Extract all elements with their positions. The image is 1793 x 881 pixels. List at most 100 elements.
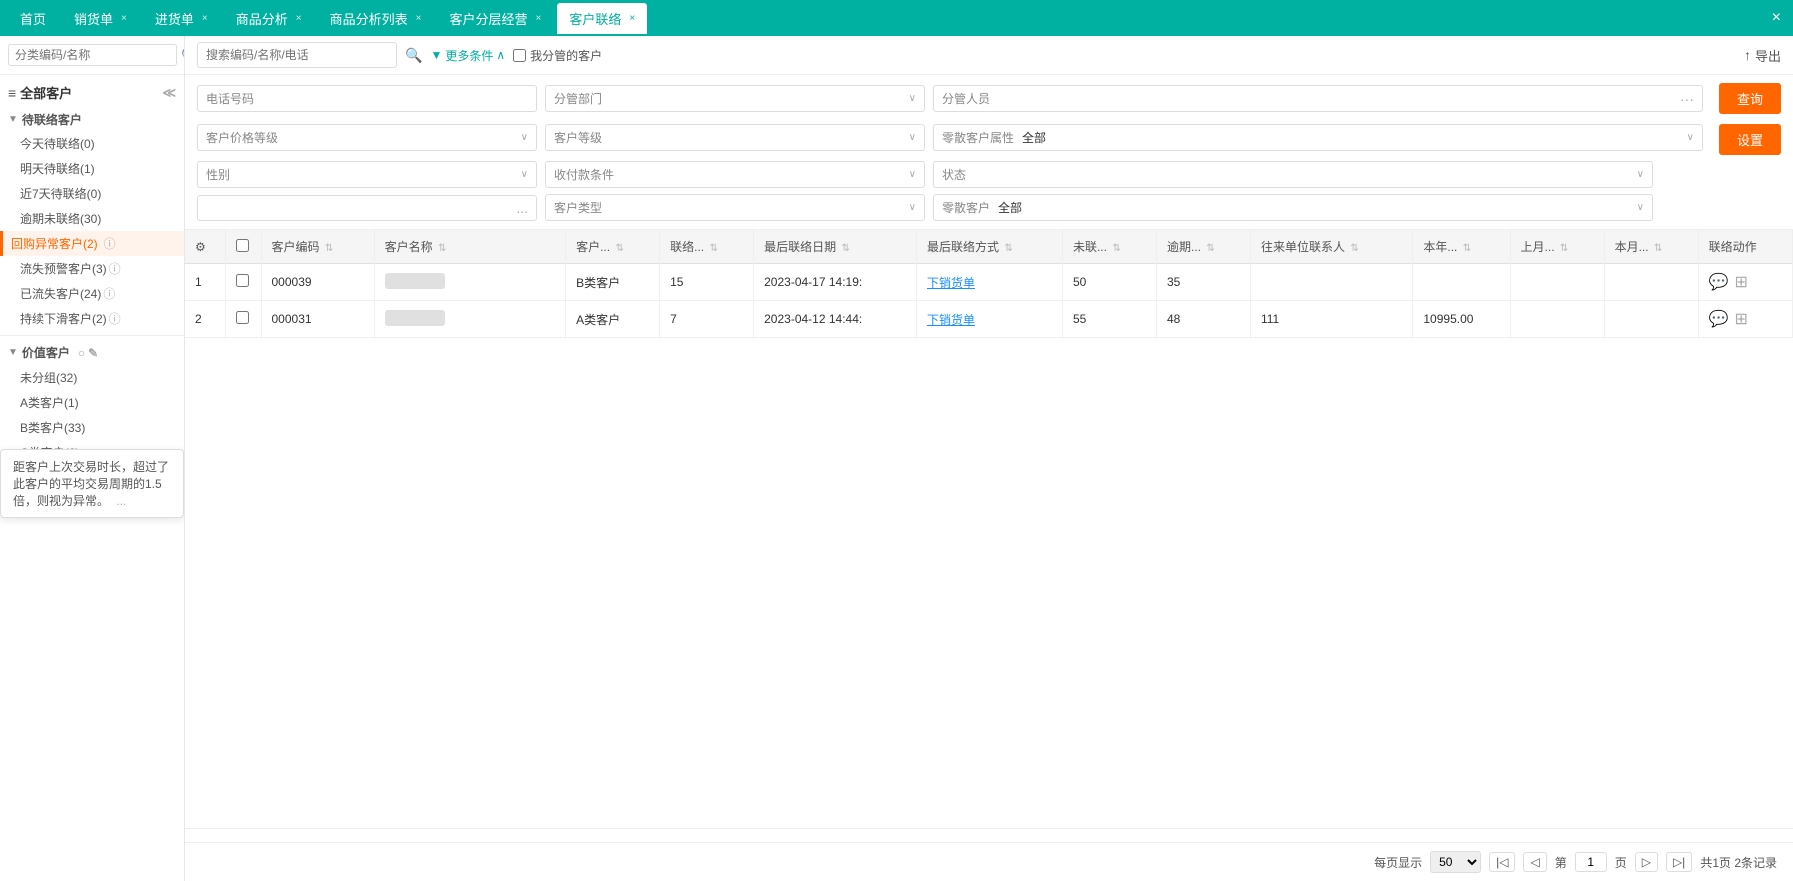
tab-analysis-list[interactable]: 商品分析列表 × — [318, 3, 434, 34]
my-customers-checkbox[interactable] — [513, 49, 526, 62]
page-number-input[interactable] — [1575, 852, 1607, 872]
last-method-link-1[interactable]: 下销货单 — [927, 276, 975, 290]
tab-analysis[interactable]: 商品分析 × — [224, 3, 314, 34]
edit-icon[interactable]: ✎ — [88, 346, 98, 360]
tab-analysis-list-close[interactable]: × — [416, 13, 422, 24]
th-this-year[interactable]: 本年... ⇅ — [1413, 230, 1510, 264]
filter-retail-attr[interactable]: 零散客户属性 全部 ∨ — [933, 124, 1703, 151]
th-last-date[interactable]: 最后联络日期 ⇅ — [754, 230, 917, 264]
retail-customer-value: 全部 — [998, 199, 1022, 216]
row-checkbox-2[interactable] — [236, 311, 249, 324]
more-conditions-button[interactable]: ▼ 更多条件 ∧ — [430, 47, 505, 64]
select-all-checkbox[interactable] — [236, 239, 249, 252]
tab-purchase-close[interactable]: × — [202, 13, 208, 24]
settings-gear-icon[interactable]: ⚙ — [195, 240, 206, 254]
tab-customer-contact[interactable]: 客户联络 × — [557, 3, 647, 34]
filter-payment[interactable]: 收付款条件 ∨ — [545, 161, 925, 188]
last-method-link-2[interactable]: 下销货单 — [927, 313, 975, 327]
td-last-method-2[interactable]: 下销货单 — [916, 301, 1062, 338]
extra-dots-icon[interactable]: ... — [516, 200, 528, 216]
manager-dots-icon[interactable]: ··· — [1680, 91, 1694, 107]
settings-button[interactable]: 设置 — [1719, 124, 1781, 155]
sidebar-item-7days[interactable]: 近7天待联络(0) — [0, 181, 184, 206]
filter-status[interactable]: 状态 ∨ — [933, 161, 1653, 188]
query-button[interactable]: 查询 — [1719, 83, 1781, 114]
sidebar-item-overdue[interactable]: 逾期未联络(30) — [0, 206, 184, 231]
sidebar-loss-warning-label: 流失预警客户(3) — [20, 260, 107, 277]
tab-customer-tier[interactable]: 客户分层经营 × — [437, 3, 553, 34]
filter-search-input[interactable] — [197, 42, 397, 68]
filter-extra[interactable]: ... — [197, 195, 537, 221]
filter-customer-level[interactable]: 客户等级 ∨ — [545, 124, 925, 151]
horizontal-scrollbar[interactable] — [185, 828, 1793, 842]
sidebar-item-today[interactable]: 今天待联络(0) — [0, 131, 184, 156]
th-last-method[interactable]: 最后联络方式 ⇅ — [916, 230, 1062, 264]
sidebar-search-input[interactable] — [8, 44, 177, 66]
th-settings[interactable]: ⚙ — [185, 230, 225, 264]
sidebar-abnormal-label: 回购异常客户(2) — [11, 235, 98, 252]
filter-retail-customer[interactable]: 零散客户 全部 ∨ — [933, 194, 1653, 221]
tab-sales[interactable]: 销货单 × — [62, 3, 139, 34]
th-contact-count[interactable]: 联络... ⇅ — [660, 230, 754, 264]
filter-phone[interactable]: 电话号码 — [197, 85, 537, 112]
tab-customer-tier-close[interactable]: × — [535, 13, 541, 24]
filter-customer-type[interactable]: 客户类型 ∨ — [545, 194, 925, 221]
abnormal-info-icon[interactable]: ⓘ — [104, 235, 116, 252]
sidebar-item-lost[interactable]: 已流失客户(24) ⓘ — [0, 281, 184, 306]
action-more-icon-1[interactable]: ⊞ — [1735, 272, 1748, 292]
add-icon[interactable]: ○ — [78, 346, 85, 360]
sidebar-group-valuable[interactable]: ▼ 价值客户 ○ ✎ — [0, 340, 184, 365]
action-more-icon-2[interactable]: ⊞ — [1735, 309, 1748, 329]
td-row-num-2: 2 — [185, 301, 225, 338]
filter-gender[interactable]: 性别 ∨ — [197, 161, 537, 188]
td-unit-contact-1 — [1250, 264, 1412, 301]
window-close-button[interactable]: × — [1772, 9, 1781, 27]
last-page-button[interactable]: ▷| — [1666, 852, 1692, 872]
pending-arrow-icon: ▼ — [8, 114, 18, 125]
th-name[interactable]: 客户名称 ⇅ — [374, 230, 565, 264]
th-uncontacted[interactable]: 未联... ⇅ — [1062, 230, 1156, 264]
td-last-method-1[interactable]: 下销货单 — [916, 264, 1062, 301]
prev-page-button[interactable]: ◁ — [1523, 852, 1546, 872]
first-page-button[interactable]: |◁ — [1489, 852, 1515, 872]
export-button[interactable]: 导出 — [1755, 46, 1781, 65]
th-unit-contact[interactable]: 往来单位联系人 ⇅ — [1250, 230, 1412, 264]
tab-home[interactable]: 首页 — [8, 3, 58, 34]
main-layout: 🔍 ≡ 全部客户 ≪ ▼ 待联络客户 今天待联络(0) 明天待联络(1) 近7天… — [0, 36, 1793, 881]
payment-arrow-icon: ∨ — [909, 169, 916, 180]
th-overdue[interactable]: 逾期... ⇅ — [1156, 230, 1250, 264]
sidebar-item-b-class[interactable]: B类客户(33) — [0, 415, 184, 440]
tab-sales-close[interactable]: × — [121, 13, 127, 24]
sidebar-item-loss-warning[interactable]: 流失预警客户(3) ⓘ — [0, 256, 184, 281]
sidebar-item-ungrouped[interactable]: 未分组(32) — [0, 365, 184, 390]
filter-search-icon[interactable]: 🔍 — [405, 47, 422, 64]
sidebar-group-pending[interactable]: ▼ 待联络客户 — [0, 106, 184, 131]
tab-analysis-list-label: 商品分析列表 — [330, 9, 408, 28]
filter-manager[interactable]: 分管人员 ··· — [933, 85, 1703, 112]
sidebar-item-a-class[interactable]: A类客户(1) — [0, 390, 184, 415]
lost-info-icon[interactable]: ⓘ — [103, 285, 115, 302]
action-chat-icon-1[interactable]: 💬 — [1709, 272, 1729, 292]
filter-price-level[interactable]: 客户价格等级 ∨ — [197, 124, 537, 151]
loss-warning-info-icon[interactable]: ⓘ — [109, 260, 121, 277]
tab-purchase[interactable]: 进货单 × — [143, 3, 220, 34]
th-last-month[interactable]: 上月... ⇅ — [1510, 230, 1604, 264]
sidebar-item-abnormal[interactable]: 回购异常客户(2) ⓘ — [0, 231, 184, 256]
sidebar-collapse-icon[interactable]: ≪ — [162, 85, 176, 101]
row-checkbox-1[interactable] — [236, 274, 249, 287]
phone-label: 电话号码 — [206, 90, 254, 107]
th-this-month[interactable]: 本月... ⇅ — [1604, 230, 1698, 264]
td-contact-2: 7 — [660, 301, 754, 338]
per-page-select[interactable]: 50 100 200 — [1430, 851, 1481, 873]
filter-department[interactable]: 分管部门 ∨ — [545, 85, 925, 112]
tab-customer-contact-close[interactable]: × — [629, 13, 635, 24]
action-chat-icon-2[interactable]: 💬 — [1709, 309, 1729, 329]
declining-info-icon[interactable]: ⓘ — [109, 310, 121, 327]
tab-analysis-close[interactable]: × — [296, 13, 302, 24]
total-records-label: 共1页 2条记录 — [1700, 854, 1777, 871]
sidebar-item-tomorrow[interactable]: 明天待联络(1) — [0, 156, 184, 181]
sidebar-item-declining[interactable]: 持续下滑客户(2) ⓘ — [0, 306, 184, 331]
next-page-button[interactable]: ▷ — [1635, 852, 1658, 872]
th-code[interactable]: 客户编码 ⇅ — [261, 230, 374, 264]
th-customer-type[interactable]: 客户... ⇅ — [566, 230, 660, 264]
